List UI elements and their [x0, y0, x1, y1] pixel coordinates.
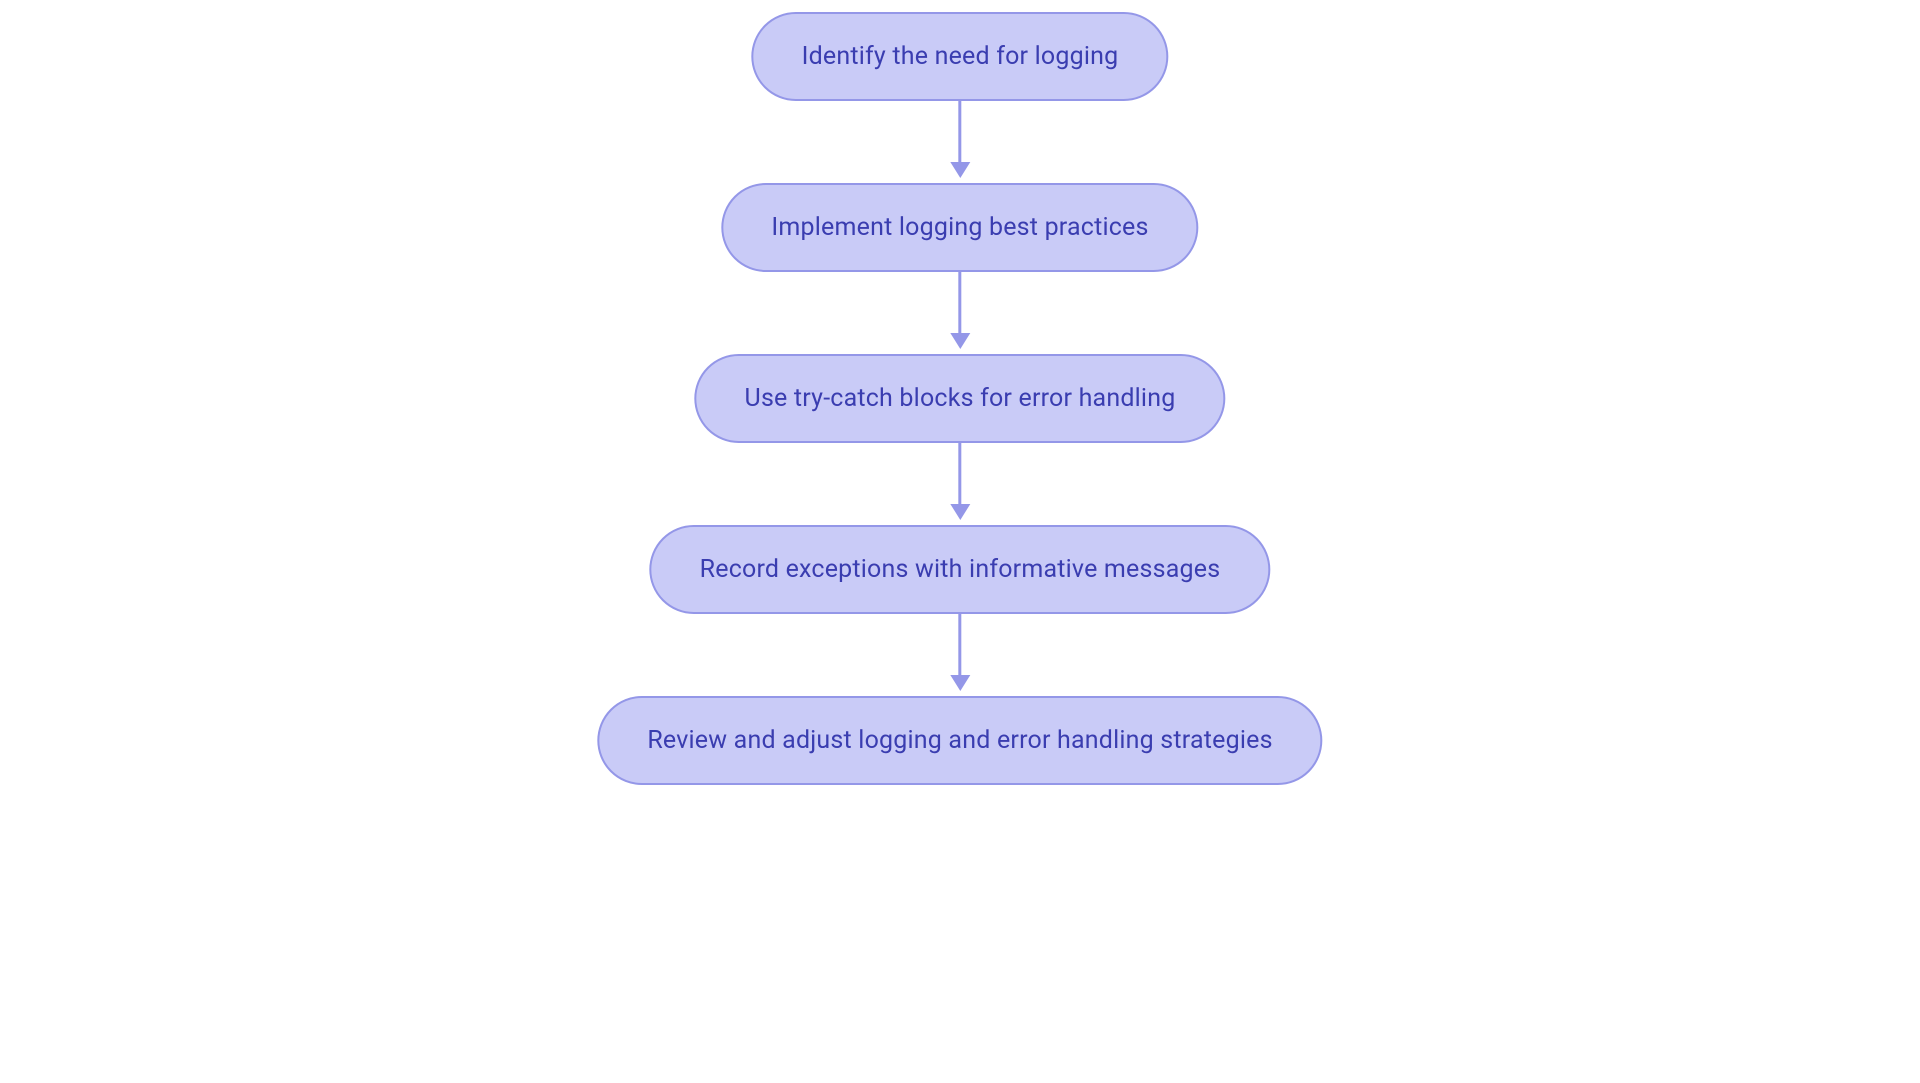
node-label: Review and adjust logging and error hand… [647, 726, 1272, 755]
arrow-down-icon [950, 101, 970, 183]
flowchart-node: Record exceptions with informative messa… [650, 525, 1271, 614]
flowchart-node: Identify the need for logging [752, 12, 1169, 101]
node-label: Record exceptions with informative messa… [700, 555, 1221, 584]
arrow-down-icon [950, 443, 970, 525]
flowchart-node: Review and adjust logging and error hand… [597, 696, 1322, 785]
node-label: Identify the need for logging [802, 42, 1119, 71]
flowchart-node: Implement logging best practices [721, 183, 1198, 272]
node-label: Use try-catch blocks for error handling [745, 384, 1176, 413]
flowchart-node: Use try-catch blocks for error handling [695, 354, 1226, 443]
arrow-down-icon [950, 272, 970, 354]
flowchart-container: Identify the need for logging Implement … [597, 12, 1322, 785]
node-label: Implement logging best practices [771, 213, 1148, 242]
arrow-down-icon [950, 614, 970, 696]
